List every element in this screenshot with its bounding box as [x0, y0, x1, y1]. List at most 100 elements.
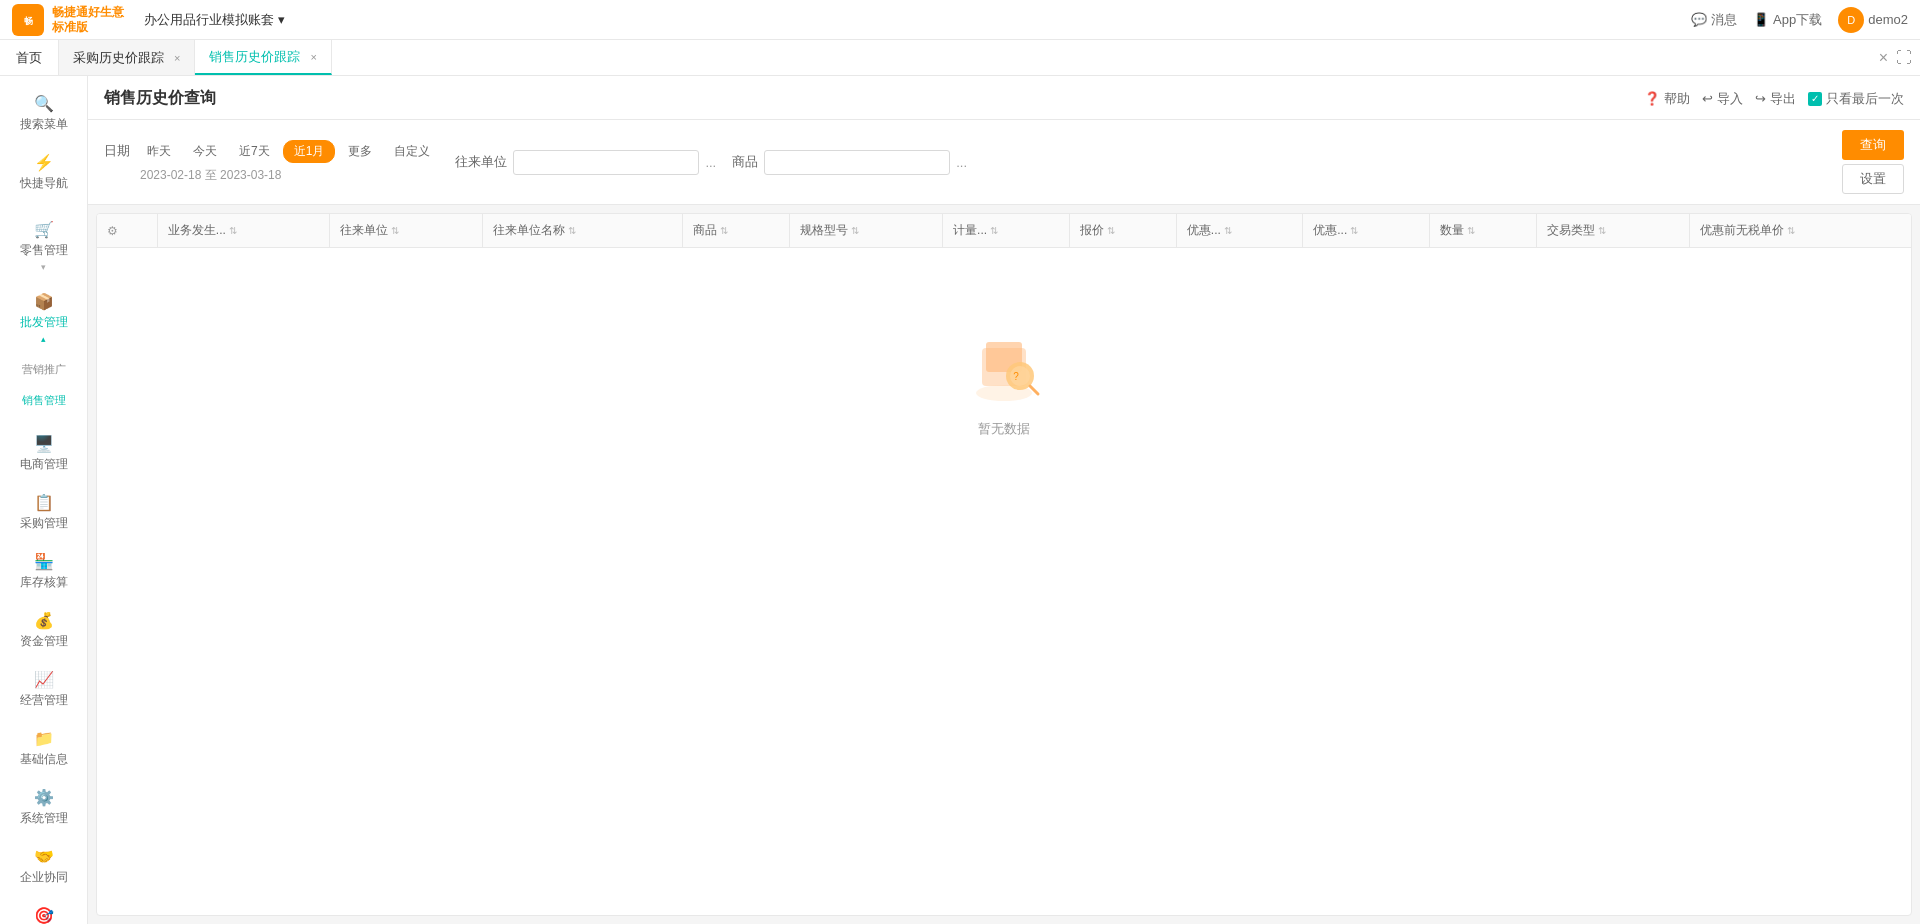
- user-menu[interactable]: D demo2: [1838, 7, 1908, 33]
- topbar-left: 畅 畅捷通好生意 标准版: [12, 4, 124, 36]
- tab-purchase-history[interactable]: 采购历史价跟踪 ×: [59, 40, 195, 75]
- tab-purchase-history-close[interactable]: ×: [174, 52, 180, 64]
- page-title-row: 销售历史价查询 ❓ 帮助 ↩ 导入 ↪ 导出: [104, 88, 1904, 119]
- th-unit[interactable]: 计量... ⇅: [943, 214, 1069, 248]
- ecommerce-icon: 🖥️: [34, 434, 54, 453]
- topbar-center: 办公用品行业模拟账套 ▾: [124, 11, 1691, 29]
- sort-icon-qty: ⇅: [1467, 225, 1475, 236]
- goods-dots[interactable]: ...: [956, 155, 967, 170]
- th-discount1[interactable]: 优惠... ⇅: [1176, 214, 1302, 248]
- shortcut-icon: ⚡: [34, 153, 54, 172]
- page-title: 销售历史价查询: [104, 88, 216, 109]
- partner-filter-group: 往来单位 ...: [455, 150, 716, 175]
- app-selector[interactable]: 办公用品行业模拟账套 ▾: [144, 11, 285, 29]
- sidebar-item-system[interactable]: ⚙️ 系统管理: [0, 778, 87, 837]
- newbie-icon: 🎯: [34, 906, 54, 924]
- th-discount2[interactable]: 优惠... ⇅: [1303, 214, 1429, 248]
- sort-icon-discount2: ⇅: [1350, 225, 1358, 236]
- sidebar-item-basic[interactable]: 📁 基础信息: [0, 719, 87, 778]
- partner-dots[interactable]: ...: [705, 155, 716, 170]
- th-spec[interactable]: 规格型号 ⇅: [789, 214, 942, 248]
- empty-state: ? 暂无数据: [97, 248, 1911, 518]
- date-btn-more[interactable]: 更多: [339, 140, 381, 163]
- th-partner-code[interactable]: 往来单位 ⇅: [330, 214, 483, 248]
- close-all-tabs-button[interactable]: ×: [1879, 49, 1888, 67]
- th-gear[interactable]: ⚙: [97, 214, 157, 248]
- enterprise-icon: 🤝: [34, 847, 54, 866]
- goods-input[interactable]: [764, 150, 950, 175]
- setting-button[interactable]: 设置: [1842, 164, 1904, 194]
- sidebar-item-ecommerce[interactable]: 🖥️ 电商管理: [0, 424, 87, 483]
- page-header: 销售历史价查询 ❓ 帮助 ↩ 导入 ↪ 导出: [88, 76, 1920, 120]
- tab-sales-history-close[interactable]: ×: [310, 51, 316, 63]
- retail-icon: 🛒: [34, 220, 54, 239]
- help-button[interactable]: ❓ 帮助: [1644, 90, 1690, 108]
- table-header: ⚙ 业务发生... ⇅ 往来单位 ⇅: [97, 214, 1911, 248]
- page-actions: ❓ 帮助 ↩ 导入 ↪ 导出 只看最后一次: [1644, 90, 1904, 108]
- th-trade-type[interactable]: 交易类型 ⇅: [1536, 214, 1689, 248]
- sort-icon-trade-type: ⇅: [1598, 225, 1606, 236]
- only-last-checkbox[interactable]: [1808, 92, 1822, 106]
- date-btn-custom[interactable]: 自定义: [385, 140, 439, 163]
- topbar: 畅 畅捷通好生意 标准版 办公用品行业模拟账套 ▾ 💬 消息 📱 App下载 D…: [0, 0, 1920, 40]
- query-button[interactable]: 查询: [1842, 130, 1904, 160]
- gear-icon[interactable]: ⚙: [107, 224, 118, 238]
- sidebar-subitem-sales[interactable]: 销售管理: [22, 385, 66, 416]
- sidebar: 🔍 搜索菜单 ⚡ 快捷导航 🛒 零售管理 ▾ 📦 批发管理 ▴ 营销推广 销售管…: [0, 76, 88, 924]
- avatar: D: [1838, 7, 1864, 33]
- sidebar-item-inventory[interactable]: 🏪 库存核算: [0, 542, 87, 601]
- tabbar-actions: × ⛶: [1879, 40, 1920, 75]
- sidebar-item-shortcut[interactable]: ⚡ 快捷导航: [0, 143, 87, 202]
- sort-icon-pretax: ⇅: [1787, 225, 1795, 236]
- help-icon: ❓: [1644, 91, 1660, 106]
- logo-text: 畅捷通好生意 标准版: [52, 5, 124, 34]
- date-range-text: 2023-02-18 至 2023-03-18: [138, 167, 439, 184]
- th-biz-date[interactable]: 业务发生... ⇅: [157, 214, 329, 248]
- date-btn-yesterday[interactable]: 昨天: [138, 140, 180, 163]
- search-icon: 🔍: [34, 94, 54, 113]
- sidebar-item-purchase[interactable]: 📋 采购管理: [0, 483, 87, 542]
- finance-icon: 💰: [34, 611, 54, 630]
- empty-text: 暂无数据: [978, 420, 1030, 438]
- import-button[interactable]: ↩ 导入: [1702, 90, 1743, 108]
- sidebar-item-search[interactable]: 🔍 搜索菜单: [0, 84, 87, 143]
- sort-icon-biz-date: ⇅: [229, 225, 237, 236]
- message-icon: 💬: [1691, 12, 1707, 27]
- topbar-right: 💬 消息 📱 App下载 D demo2: [1691, 7, 1908, 33]
- import-icon: ↩: [1702, 91, 1713, 106]
- sidebar-item-operations[interactable]: 📈 经营管理: [0, 660, 87, 719]
- date-label: 日期: [104, 140, 130, 160]
- empty-icon: ?: [964, 328, 1044, 408]
- logo-icon: 畅: [12, 4, 44, 36]
- partner-input[interactable]: [513, 150, 699, 175]
- sidebar-item-newbie[interactable]: 🎯 新手引导: [0, 896, 87, 924]
- date-btn-1month[interactable]: 近1月: [283, 140, 336, 163]
- th-goods[interactable]: 商品 ⇅: [682, 214, 789, 248]
- sidebar-item-retail[interactable]: 🛒 零售管理 ▾: [0, 210, 87, 282]
- date-btn-7days[interactable]: 近7天: [230, 140, 279, 163]
- tab-home[interactable]: 首页: [0, 40, 59, 75]
- th-quote[interactable]: 报价 ⇅: [1069, 214, 1176, 248]
- sidebar-item-finance[interactable]: 💰 资金管理: [0, 601, 87, 660]
- message-button[interactable]: 💬 消息: [1691, 11, 1737, 29]
- sort-icon-partner-name: ⇅: [568, 225, 576, 236]
- tab-sales-history[interactable]: 销售历史价跟踪 ×: [195, 40, 331, 75]
- sidebar-item-enterprise[interactable]: 🤝 企业协同: [0, 837, 87, 896]
- app-download-button[interactable]: 📱 App下载: [1753, 11, 1822, 29]
- th-pretax[interactable]: 优惠前无税单价 ⇅: [1690, 214, 1911, 248]
- th-partner-name[interactable]: 往来单位名称 ⇅: [483, 214, 682, 248]
- inventory-icon: 🏪: [34, 552, 54, 571]
- sidebar-item-wholesale[interactable]: 📦 批发管理 ▴: [0, 282, 87, 354]
- date-btn-today[interactable]: 今天: [184, 140, 226, 163]
- export-button[interactable]: ↪ 导出: [1755, 90, 1796, 108]
- only-last-checkbox-label[interactable]: 只看最后一次: [1808, 90, 1904, 108]
- sidebar-subitem-marketing[interactable]: 营销推广: [22, 354, 66, 385]
- chevron-down-icon: ▾: [278, 12, 285, 27]
- phone-icon: 📱: [1753, 12, 1769, 27]
- svg-text:?: ?: [1013, 371, 1019, 382]
- wholesale-expand-icon: ▴: [41, 334, 46, 344]
- maximize-button[interactable]: ⛶: [1896, 49, 1912, 67]
- wholesale-icon: 📦: [34, 292, 54, 311]
- th-qty[interactable]: 数量 ⇅: [1429, 214, 1536, 248]
- sort-icon-goods: ⇅: [720, 225, 728, 236]
